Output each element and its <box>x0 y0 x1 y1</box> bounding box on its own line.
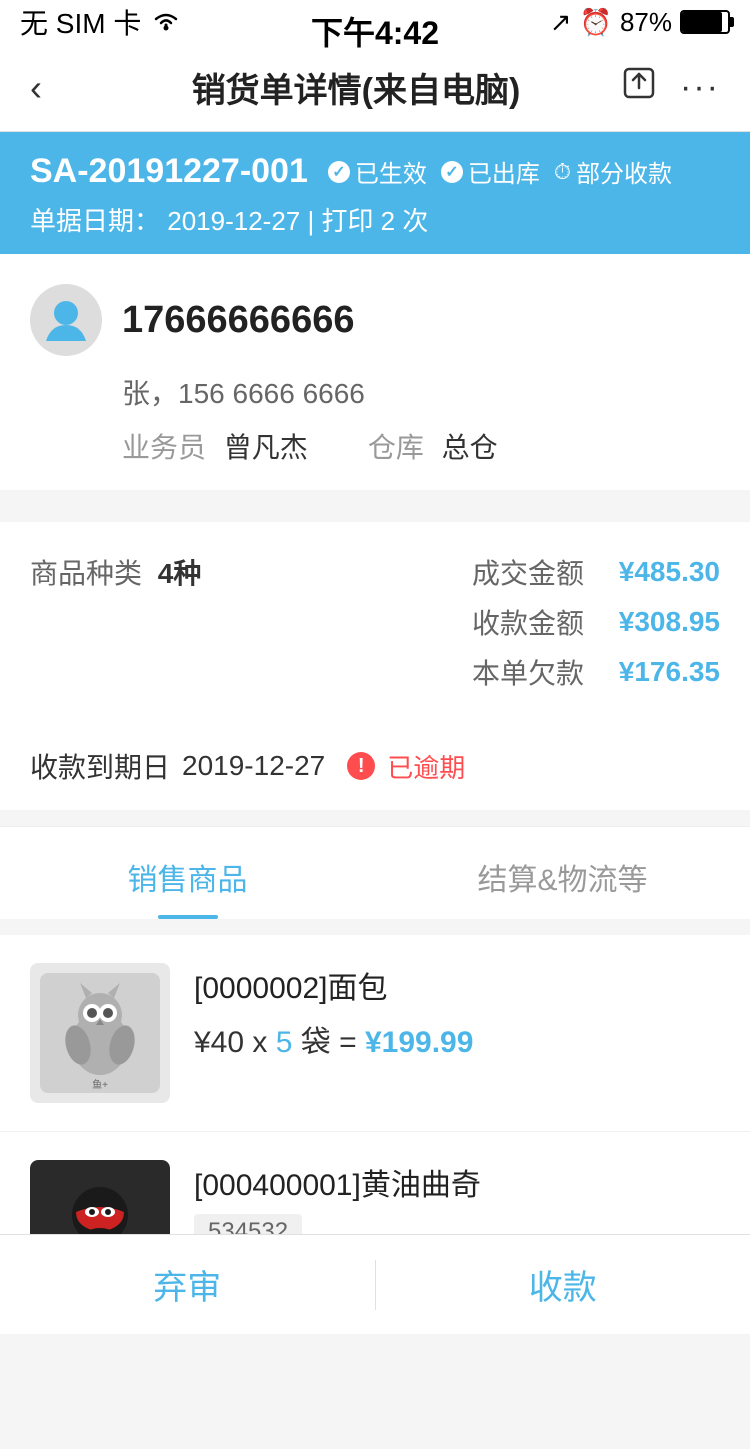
nav-bar: ‹ 销货单详情(来自电脑) ··· <box>0 44 750 132</box>
customer-name: 17666666666 <box>122 299 354 342</box>
product-type-row: 商品种类 4种 <box>30 552 201 592</box>
tabs-section: 销售商品 结算&物流等 <box>0 826 750 919</box>
customer-top: 17666666666 <box>30 284 720 356</box>
cancel-button[interactable]: 弃审 <box>0 1240 375 1329</box>
status-time: 下午4:42 <box>311 8 439 54</box>
status-bar: 无 SIM 卡 下午4:42 ↗ ⏰ 87% <box>0 0 750 44</box>
order-number: SA-20191227-001 <box>30 152 308 191</box>
banner-top: SA-20191227-001 ✓ 已生效 ✓ 已出库 ⏱ 部分收款 <box>30 152 720 191</box>
overdue-section: 收款到期日 2019-12-27 ! 已逾期 <box>0 722 750 810</box>
more-button[interactable]: ··· <box>680 68 720 107</box>
tab-sales-products[interactable]: 销售商品 <box>0 827 375 919</box>
product-total-1: ¥199.99 <box>365 1026 473 1059</box>
customer-meta: 业务员 曾凡杰 仓库 总仓 <box>122 426 720 466</box>
warehouse-value: 总仓 <box>442 432 498 463</box>
product-qty-1: 5 <box>276 1026 293 1059</box>
stats-left: 商品种类 4种 <box>30 552 201 598</box>
list-item: 鱼+ [0000002]面包 ¥40 x 5 袋 = ¥199.99 <box>0 935 750 1132</box>
product-details-1: [0000002]面包 ¥40 x 5 袋 = ¥199.99 <box>194 963 720 1061</box>
badge-effective: ✓ 已生效 <box>328 154 427 189</box>
product-price-1: ¥40 x 5 袋 = ¥199.99 <box>194 1017 720 1061</box>
battery-text: 87% <box>620 7 672 38</box>
banner-date: 单据日期： 2019-12-27 | 打印 2 次 <box>30 201 720 238</box>
overdue-icon: ! <box>347 752 375 780</box>
bottom-bar: 弃审 收款 <box>0 1234 750 1334</box>
sales-value: 曾凡杰 <box>224 432 308 463</box>
stats-section: 商品种类 4种 成交金额 ¥485.30 收款金额 ¥308.95 本单欠款 ¥… <box>0 522 750 722</box>
sales-label: 业务员 曾凡杰 <box>122 426 308 466</box>
svg-text:鱼+: 鱼+ <box>92 1078 108 1091</box>
header-banner: SA-20191227-001 ✓ 已生效 ✓ 已出库 ⏱ 部分收款 单据日期：… <box>0 132 750 254</box>
collection-row: 收款金额 ¥308.95 <box>472 602 720 642</box>
wifi-icon <box>151 6 181 38</box>
customer-info: 张，156 6666 6666 <box>122 372 720 412</box>
customer-section: 17666666666 张，156 6666 6666 业务员 曾凡杰 仓库 总… <box>0 254 750 490</box>
share-button[interactable] <box>622 66 656 109</box>
page-title: 销货单详情(来自电脑) <box>90 63 622 112</box>
product-name-1: [0000002]面包 <box>194 963 720 1007</box>
nav-actions: ··· <box>622 66 720 109</box>
overdue-text: 已逾期 <box>387 748 465 785</box>
status-right: ↗ ⏰ 87% <box>550 7 730 38</box>
product-image-1: 鱼+ <box>30 963 170 1103</box>
confirm-button[interactable]: 收款 <box>376 1240 750 1329</box>
status-badges: ✓ 已生效 ✓ 已出库 ⏱ 部分收款 <box>328 154 672 189</box>
status-carrier: 无 SIM 卡 <box>20 2 181 42</box>
badge-partial: ⏱ 部分收款 <box>554 154 672 189</box>
location-icon: ↗ <box>550 7 572 38</box>
alarm-icon: ⏰ <box>580 7 612 38</box>
back-button[interactable]: ‹ <box>30 67 90 109</box>
battery-icon <box>680 10 730 34</box>
stats-right: 成交金额 ¥485.30 收款金额 ¥308.95 本单欠款 ¥176.35 <box>472 552 720 692</box>
avatar <box>30 284 102 356</box>
section-divider-2 <box>0 810 750 826</box>
transaction-row: 成交金额 ¥485.30 <box>472 552 720 592</box>
section-divider-1 <box>0 506 750 522</box>
badge-shipped: ✓ 已出库 <box>441 154 540 189</box>
warehouse-label: 仓库 总仓 <box>368 426 498 466</box>
product-name-2: [000400001]黄油曲奇 <box>194 1160 720 1204</box>
tab-settlement-logistics[interactable]: 结算&物流等 <box>375 827 750 919</box>
debt-row: 本单欠款 ¥176.35 <box>472 652 720 692</box>
